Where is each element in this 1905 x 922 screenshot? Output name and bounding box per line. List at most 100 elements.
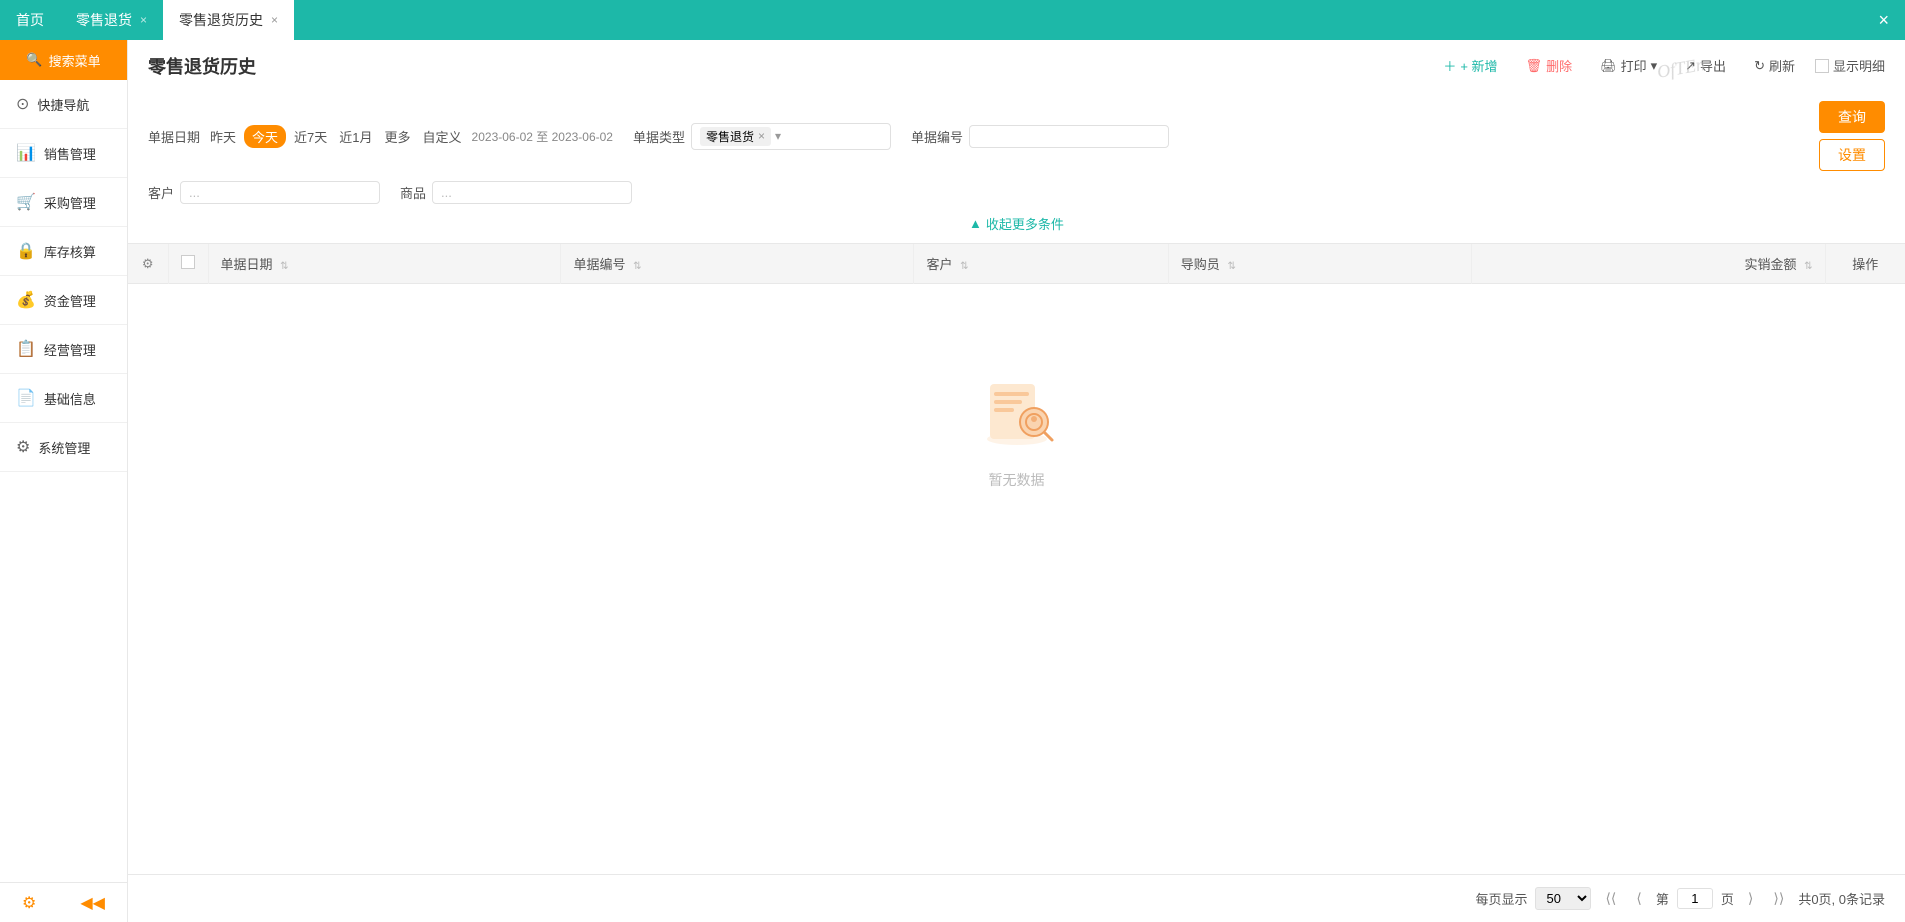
- sidebar-settings-icon[interactable]: ⚙: [22, 893, 36, 913]
- topbar-close-button[interactable]: ×: [1862, 10, 1905, 31]
- th-number-sort-icon[interactable]: ⇅: [633, 261, 641, 272]
- query-button[interactable]: 查询: [1819, 101, 1885, 133]
- date-shortcut-7days[interactable]: 近7天: [290, 125, 331, 148]
- sidebar-item-sales-label: 销售管理: [44, 144, 96, 163]
- th-date-sort-icon[interactable]: ⇅: [280, 261, 288, 272]
- date-shortcut-custom[interactable]: 自定义: [419, 125, 466, 148]
- table-header-row: ⚙ 单据日期 ⇅ 单据编号 ⇅: [128, 244, 1905, 284]
- th-guide-sort-icon[interactable]: ⇅: [1227, 261, 1235, 272]
- page-size-select[interactable]: 50 10 20 100: [1535, 887, 1591, 910]
- tab-home[interactable]: 首页: [0, 0, 60, 40]
- refresh-button[interactable]: ↻ 刷新: [1746, 52, 1803, 79]
- collapse-button[interactable]: ▲ 收起更多条件: [969, 214, 1064, 233]
- doc-number-input[interactable]: [969, 125, 1169, 148]
- new-icon: ＋: [1443, 56, 1456, 75]
- sidebar-item-operation[interactable]: 📋 经营管理: [0, 325, 127, 374]
- customer-select[interactable]: ...: [180, 181, 380, 204]
- sidebar-audio-icon[interactable]: ◀◀: [80, 893, 105, 913]
- collapse-up-icon: ▲: [969, 216, 982, 231]
- show-detail-toggle[interactable]: 显示明细: [1815, 56, 1885, 75]
- sidebar-item-quick-nav-label: 快捷导航: [37, 95, 89, 114]
- th-amount-sort-icon[interactable]: ⇅: [1804, 261, 1812, 272]
- date-shortcut-yesterday[interactable]: 昨天: [206, 125, 240, 148]
- date-shortcut-today[interactable]: 今天: [244, 125, 286, 148]
- product-label: 商品: [400, 183, 426, 202]
- sidebar-item-purchase-mgmt[interactable]: 🛒 采购管理: [0, 178, 127, 227]
- page-label: 第: [1656, 889, 1669, 908]
- tab-retail-return-close[interactable]: ×: [140, 13, 147, 27]
- sidebar-item-system-mgmt[interactable]: ⚙ 系统管理: [0, 423, 127, 472]
- doc-type-chevron-icon: ▾: [775, 129, 781, 143]
- table-settings-gear-icon[interactable]: ⚙: [142, 256, 154, 271]
- sidebar-item-quick-nav[interactable]: ⊙ 快捷导航: [0, 80, 127, 129]
- doc-number-label: 单据编号: [911, 127, 963, 146]
- th-customer-sort-icon[interactable]: ⇅: [960, 261, 968, 272]
- sidebar-search-label: 搜索菜单: [49, 51, 101, 70]
- delete-label: 删除: [1546, 56, 1572, 75]
- show-detail-label: 显示明细: [1833, 56, 1885, 75]
- data-table: ⚙ 单据日期 ⇅ 单据编号 ⇅: [128, 244, 1905, 284]
- page-number-input[interactable]: [1677, 888, 1713, 909]
- sidebar-search-button[interactable]: 🔍 搜索菜单: [0, 40, 127, 80]
- print-label: 打印: [1621, 56, 1647, 75]
- new-label: + 新增: [1460, 56, 1497, 75]
- page-nav-next-icon[interactable]: ⟩: [1742, 888, 1759, 909]
- th-guide-label: 导购员: [1181, 257, 1220, 272]
- sidebar-item-finance[interactable]: 💰 资金管理: [0, 276, 127, 325]
- content-area: 零售退货历史 ＋ + 新增 🗑 删除 🖨 打印 ▾: [128, 40, 1905, 922]
- page-size-label: 每页显示: [1475, 889, 1527, 908]
- tab-home-label: 首页: [16, 10, 44, 30]
- print-chevron-icon: ▾: [1651, 58, 1658, 74]
- tab-retail-return-label: 零售退货: [76, 10, 132, 30]
- finance-icon: 💰: [16, 290, 36, 310]
- setting-button[interactable]: 设置: [1819, 139, 1885, 171]
- filter-area: 单据日期 昨天 今天 近7天 近1月 更多 自定义 2023-06-02 至 2…: [148, 91, 1885, 233]
- tab-retail-return[interactable]: 零售退货 ×: [60, 0, 163, 40]
- show-detail-checkbox[interactable]: [1815, 59, 1829, 73]
- sidebar-item-inventory[interactable]: 🔒 库存核算: [0, 227, 127, 276]
- sidebar-item-basic-info[interactable]: 📄 基础信息: [0, 374, 127, 423]
- new-button[interactable]: ＋ + 新增: [1435, 52, 1505, 79]
- product-placeholder: ...: [441, 185, 452, 200]
- print-button[interactable]: 🖨 打印 ▾: [1592, 52, 1665, 79]
- product-select[interactable]: ...: [432, 181, 632, 204]
- th-date-label: 单据日期: [221, 257, 273, 272]
- delete-button[interactable]: 🗑 删除: [1518, 52, 1581, 79]
- sidebar-item-basic-info-label: 基础信息: [44, 389, 96, 408]
- date-filter-label: 单据日期: [148, 127, 200, 146]
- delete-icon: 🗑: [1526, 58, 1543, 74]
- th-customer-label: 客户: [926, 257, 952, 272]
- print-icon: 🖨: [1600, 58, 1617, 74]
- th-number: 单据编号 ⇅: [561, 244, 914, 284]
- toolbar: ＋ + 新增 🗑 删除 🖨 打印 ▾ ↗ 导出: [1435, 52, 1885, 79]
- th-number-label: 单据编号: [573, 257, 625, 272]
- sidebar-item-sales-mgmt[interactable]: 📊 销售管理: [0, 129, 127, 178]
- sidebar-menu: ⊙ 快捷导航 📊 销售管理 🛒 采购管理 🔒 库存核算 💰 资金管理 📋: [0, 80, 127, 882]
- date-shortcut-more[interactable]: 更多: [381, 125, 415, 148]
- sidebar-item-inventory-label: 库存核算: [44, 242, 96, 261]
- doc-type-tag-close[interactable]: ×: [758, 129, 765, 143]
- date-shortcut-1month[interactable]: 近1月: [335, 125, 376, 148]
- page-nav-last-icon[interactable]: ⟩⟩: [1767, 888, 1790, 909]
- page-nav-first-icon[interactable]: ⟨⟨: [1599, 888, 1622, 909]
- tab-retail-return-history[interactable]: 零售退货历史 ×: [163, 0, 294, 40]
- date-range-display: 2023-06-02 至 2023-06-02: [472, 128, 613, 145]
- page-nav-prev-icon[interactable]: ⟨: [1630, 888, 1647, 909]
- filter-row-2: 客户 ... 商品 ...: [148, 181, 1885, 204]
- export-label: 导出: [1700, 56, 1726, 75]
- page-header: 零售退货历史 ＋ + 新增 🗑 删除 🖨 打印 ▾: [128, 40, 1905, 244]
- tab-retail-return-history-close[interactable]: ×: [271, 13, 278, 27]
- query-buttons: 查询 设置: [1819, 101, 1885, 171]
- refresh-icon: ↻: [1754, 58, 1765, 74]
- doc-type-select[interactable]: 零售退货 × ▾: [691, 123, 891, 150]
- th-date: 单据日期 ⇅: [208, 244, 561, 284]
- table-select-all-checkbox[interactable]: [181, 255, 195, 269]
- empty-state-icon: [972, 364, 1062, 454]
- sidebar: 🔍 搜索菜单 ⊙ 快捷导航 📊 销售管理 🛒 采购管理 🔒 库存核算 💰: [0, 40, 128, 922]
- main-layout: 🔍 搜索菜单 ⊙ 快捷导航 📊 销售管理 🛒 采购管理 🔒 库存核算 💰: [0, 40, 1905, 922]
- product-filter: 商品 ...: [400, 181, 632, 204]
- quick-nav-icon: ⊙: [16, 94, 29, 114]
- topbar: 首页 零售退货 × 零售退货历史 × ×: [0, 0, 1905, 40]
- export-button[interactable]: ↗ 导出: [1677, 52, 1734, 79]
- inventory-icon: 🔒: [16, 241, 36, 261]
